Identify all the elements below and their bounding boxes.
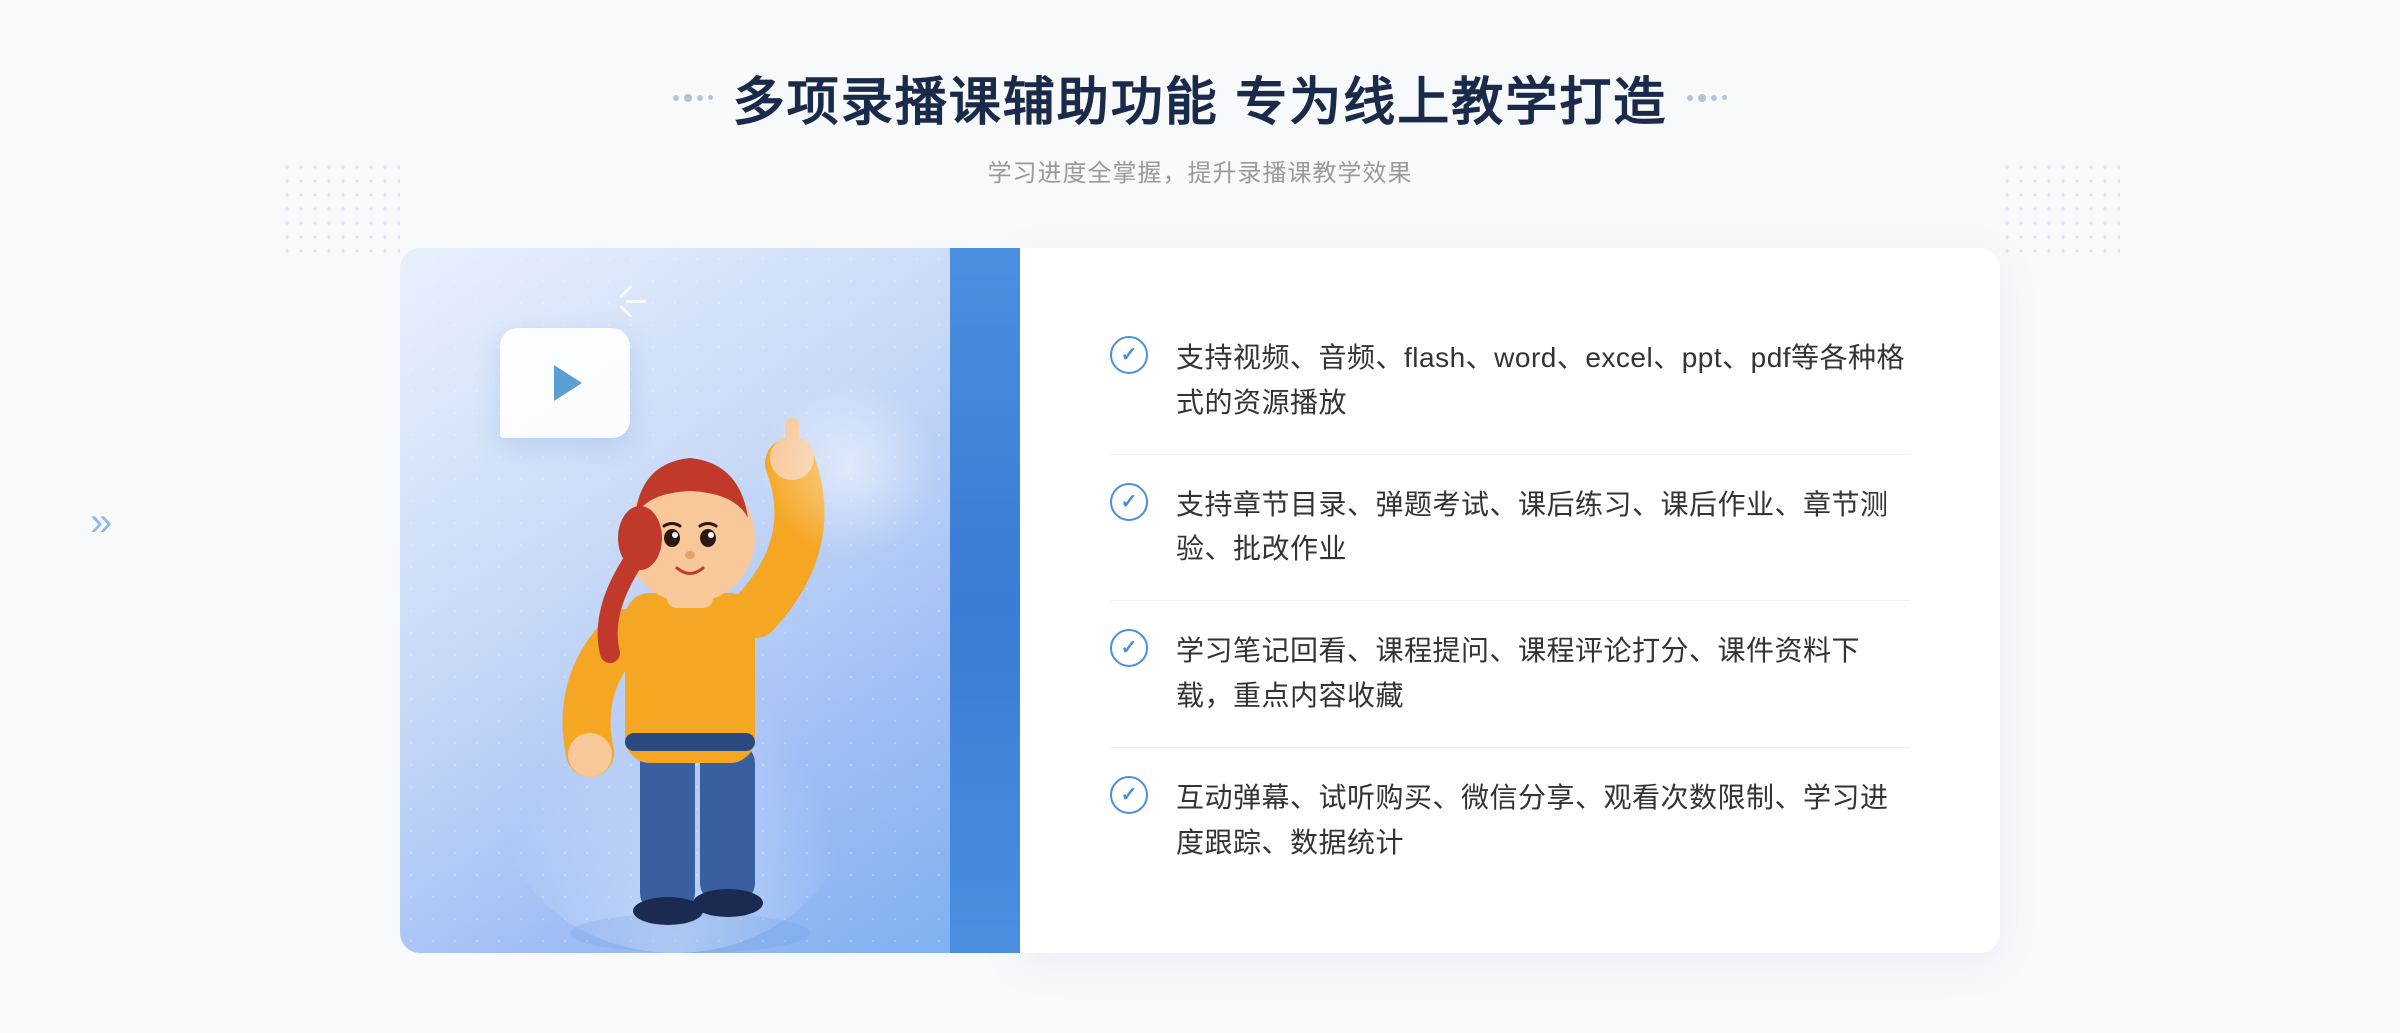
main-title: 多项录播课辅助功能 专为线上教学打造 [733, 60, 1667, 135]
dots-decoration-right [2000, 160, 2120, 260]
checkmark-symbol-4: ✓ [1121, 785, 1138, 805]
feature-text-4: 互动弹幕、试听购买、微信分享、观看次数限制、学习进度跟踪、数据统计 [1176, 776, 1910, 866]
header-section: 多项录播课辅助功能 专为线上教学打造 学习进度全掌握，提升录播课教学效果 [673, 60, 1727, 188]
blue-sidebar-bar [950, 248, 1020, 953]
feature-item-4: ✓ 互动弹幕、试听购买、微信分享、观看次数限制、学习进度跟踪、数据统计 [1110, 748, 1910, 894]
check-icon-4: ✓ [1110, 776, 1148, 814]
chevron-left-icon: » [90, 500, 112, 545]
subtitle: 学习进度全掌握，提升录播课教学效果 [673, 153, 1727, 188]
decorator-dots-right [1687, 94, 1727, 102]
checkmark-symbol-3: ✓ [1121, 638, 1138, 658]
light-beam [760, 378, 940, 558]
check-icon-2: ✓ [1110, 483, 1148, 521]
checkmark-symbol-2: ✓ [1121, 492, 1138, 512]
feature-item-2: ✓ 支持章节目录、弹题考试、课后练习、课后作业、章节测验、批改作业 [1110, 455, 1910, 602]
illustration-panel [400, 248, 1020, 953]
feature-text-2: 支持章节目录、弹题考试、课后练习、课后作业、章节测验、批改作业 [1176, 483, 1910, 573]
header-decorators: 多项录播课辅助功能 专为线上教学打造 [673, 60, 1727, 135]
check-icon-3: ✓ [1110, 629, 1148, 667]
decorator-dots-left [673, 94, 713, 102]
feature-item-3: ✓ 学习笔记回看、课程提问、课程评论打分、课件资料下载，重点内容收藏 [1110, 601, 1910, 748]
content-area: ✓ 支持视频、音频、flash、word、excel、ppt、pdf等各种格式的… [400, 248, 2000, 953]
checkmark-symbol-1: ✓ [1121, 345, 1138, 365]
feature-item-1: ✓ 支持视频、音频、flash、word、excel、ppt、pdf等各种格式的… [1110, 308, 1910, 455]
features-panel: ✓ 支持视频、音频、flash、word、excel、ppt、pdf等各种格式的… [1020, 248, 2000, 953]
check-icon-1: ✓ [1110, 336, 1148, 374]
page-container: » 多项录播课辅助功能 专为线上教学打造 学习进度全掌握，提升录播课教学效果 [0, 0, 2400, 1033]
feature-text-1: 支持视频、音频、flash、word、excel、ppt、pdf等各种格式的资源… [1176, 336, 1910, 426]
feature-text-3: 学习笔记回看、课程提问、课程评论打分、课件资料下载，重点内容收藏 [1176, 629, 1910, 719]
dots-decoration-left [280, 160, 400, 260]
